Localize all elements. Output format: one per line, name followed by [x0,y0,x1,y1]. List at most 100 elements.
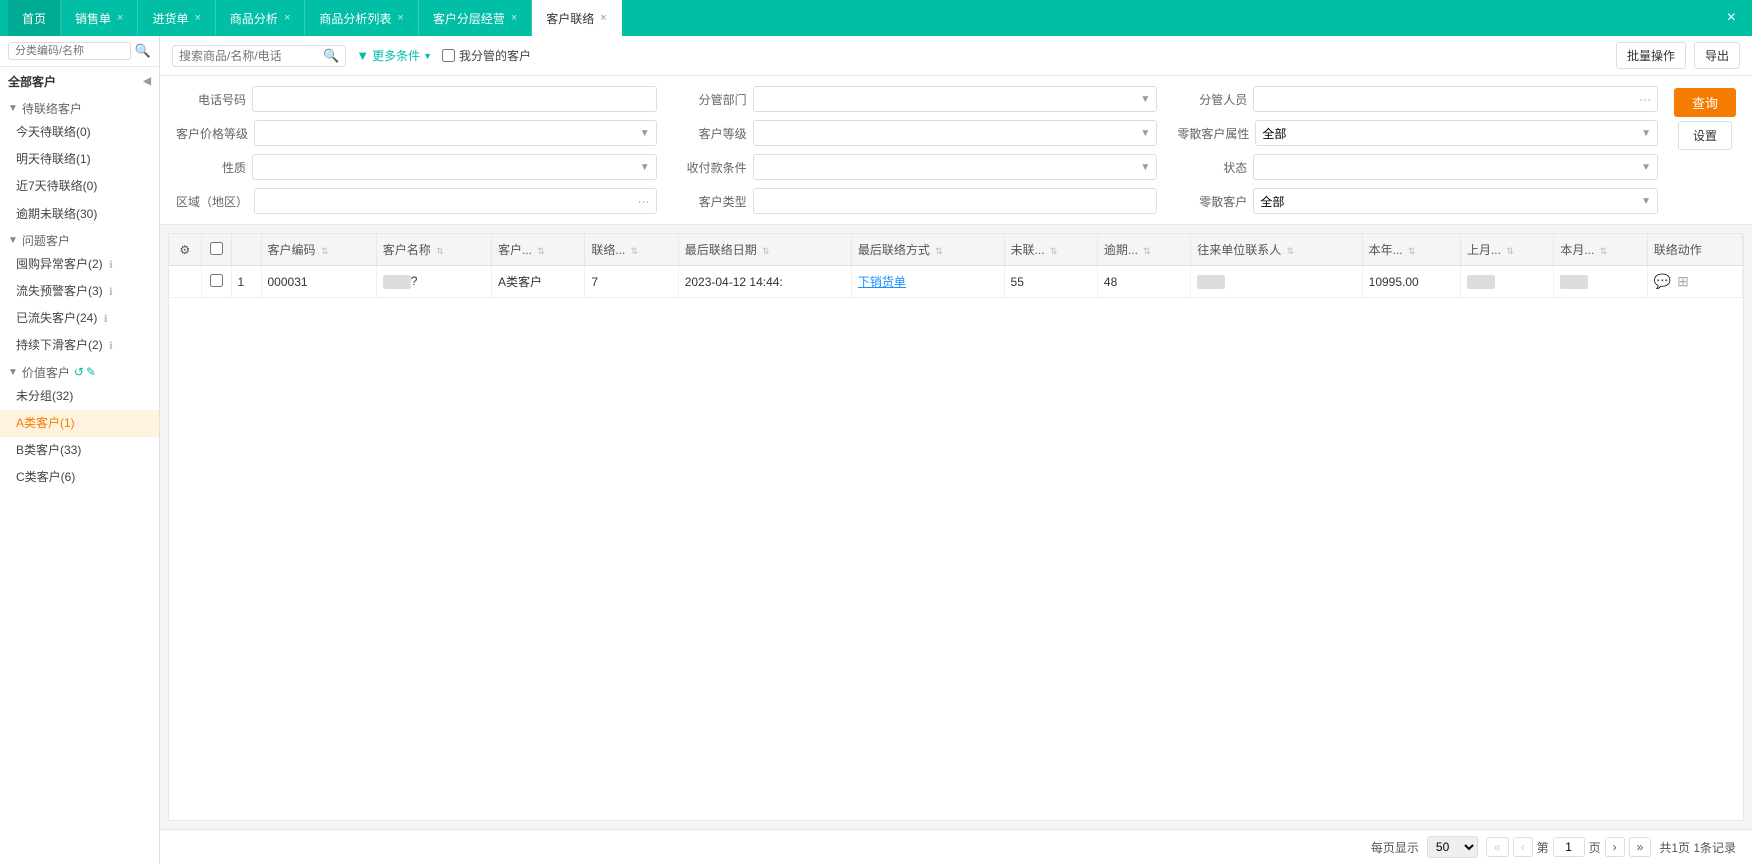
filter-retail-select[interactable]: 全部 ▼ [1253,188,1658,214]
row-code[interactable]: 000031 [261,266,376,298]
pagination: 每页显示 50 100 200 « ‹ 第 页 › » 共1页 1条记录 [160,829,1752,864]
sidebar-group-value[interactable]: ▼ 价值客户 ↺ ✎ [0,360,159,383]
value-refresh-icon[interactable]: ↺ [74,365,84,379]
col-this-month[interactable]: 本月... ⇅ [1554,234,1647,266]
filter-search-icon[interactable]: 🔍 [323,48,339,64]
nav-tab-sales[interactable]: 销售单 × [61,0,138,36]
col-overdue[interactable]: 逾期... ⇅ [1097,234,1190,266]
sidebar-collapse-icon[interactable]: ◀ [143,76,151,87]
sidebar-item-week-pending[interactable]: 近7天待联络(0) [0,173,159,200]
nav-tab-customer-contact[interactable]: 客户联络 × [532,0,621,36]
export-button[interactable]: 导出 [1694,42,1740,69]
retail-arrow: ▼ [1641,196,1651,207]
filter-cust-type-label: 客户类型 [677,193,747,210]
filter-nature-select[interactable]: ▼ [252,154,657,180]
sidebar-item-tomorrow-pending[interactable]: 明天待联络(1) [0,146,159,173]
close-goods-list-tab[interactable]: × [397,12,403,24]
col-contact[interactable]: 联络... ⇅ [585,234,678,266]
sidebar-item-class-c[interactable]: C类客户(6) [0,464,159,491]
sidebar-search-input[interactable] [8,42,131,60]
nav-tab-goods-list[interactable]: 商品分析列表 × [305,0,418,36]
filter-cell-status: 状态 ▼ [1177,154,1658,180]
row-last-method[interactable]: 下销货单 [851,266,1004,298]
col-level[interactable]: 客户... ⇅ [491,234,584,266]
sidebar-group-problem[interactable]: ▼ 问题客户 [0,228,159,251]
sidebar-item-overdue-contact[interactable]: 逾期未联络(30) [0,201,159,228]
filter-retail-attr-value: 全部 [1262,125,1286,142]
filter-phone-input[interactable] [252,86,657,112]
value-edit-icon[interactable]: ✎ [86,365,96,379]
filter-retail-attr-select[interactable]: 全部 ▼ [1255,120,1658,146]
close-customer-layer-tab[interactable]: × [511,12,517,24]
col-name[interactable]: 客户名称 ⇅ [376,234,491,266]
price-level-arrow: ▼ [640,128,650,139]
select-all-checkbox[interactable] [210,242,223,255]
col-unit-contact[interactable]: 往来单位联系人 ⇅ [1191,234,1362,266]
col-last-method[interactable]: 最后联络方式 ⇅ [851,234,1004,266]
filter-price-level-select[interactable]: ▼ [254,120,657,146]
last-page-btn[interactable]: » [1629,837,1652,857]
col-no-contact[interactable]: 未联... ⇅ [1004,234,1097,266]
per-page-select[interactable]: 50 100 200 [1427,836,1478,858]
pending-group-label: 待联络客户 [22,100,82,117]
payment-arrow: ▼ [1140,162,1150,173]
next-page-btn[interactable]: › [1605,837,1625,857]
filter-panel: 电话号码 分管部门 ▼ 分管人员 [160,76,1752,225]
sidebar-search-icon[interactable]: 🔍 [135,43,151,59]
filter-retail-attr-label: 零散客户属性 [1177,125,1249,142]
last-method-link[interactable]: 下销货单 [858,275,906,289]
sidebar-item-ungrouped[interactable]: 未分组(32) [0,383,159,410]
row-checkbox[interactable] [210,274,223,287]
sidebar-item-declining[interactable]: 持续下滑客户(2) ℹ [0,332,159,359]
row-last-month [1460,266,1553,298]
nav-tab-goods-list-label: 商品分析列表 [319,10,391,27]
filter-dept-label: 分管部门 [677,91,747,108]
filter-person-input[interactable]: ··· [1253,86,1658,112]
all-customers-header[interactable]: 全部客户 ◀ [0,67,159,96]
sidebar-item-today-pending[interactable]: 今天待联络(0) [0,119,159,146]
row-name[interactable]: ? [376,266,491,298]
filter-payment-select[interactable]: ▼ [753,154,1158,180]
nav-tab-home[interactable]: 首页 [8,0,61,36]
col-settings[interactable]: ⚙ [169,234,201,266]
query-button[interactable]: 查询 [1674,88,1736,117]
first-page-btn[interactable]: « [1486,837,1509,857]
filter-dept-select[interactable]: ▼ [753,86,1158,112]
action-chat-icon[interactable]: 💬 [1654,273,1671,290]
action-more-icon[interactable]: ⊞ [1677,273,1689,290]
col-last-date[interactable]: 最后联络日期 ⇅ [678,234,851,266]
table-header-row: ⚙ 客户编码 ⇅ 客户名称 ⇅ 客户... ⇅ 联络... ⇅ 最后联络日期 ⇅… [169,234,1743,266]
col-this-year[interactable]: 本年... ⇅ [1362,234,1460,266]
sidebar-item-class-b[interactable]: B类客户(33) [0,437,159,464]
page-input[interactable] [1553,837,1585,857]
nav-tab-customer-layer[interactable]: 客户分层经营 × [419,0,532,36]
my-customers-checkbox[interactable] [442,49,455,62]
col-code[interactable]: 客户编码 ⇅ [261,234,376,266]
sidebar-group-pending[interactable]: ▼ 待联络客户 [0,96,159,119]
filter-region-input[interactable]: ··· [254,188,657,214]
sidebar-item-class-a[interactable]: A类客户(1) [0,410,159,437]
prev-page-btn[interactable]: ‹ [1513,837,1533,857]
sidebar-item-churn-warning[interactable]: 流失预警客户(3) ℹ [0,278,159,305]
sidebar-item-churned[interactable]: 已流失客户(24) ℹ [0,305,159,332]
filter-search-input[interactable] [179,49,319,63]
filter-phone-label: 电话号码 [176,91,246,108]
close-purchase-tab[interactable]: × [194,12,200,24]
nav-tab-purchase[interactable]: 进货单 × [138,0,215,36]
row-name-gray-block [383,275,411,289]
close-customer-contact-tab[interactable]: × [600,12,606,24]
batch-op-button[interactable]: 批量操作 [1616,42,1686,69]
col-last-month[interactable]: 上月... ⇅ [1460,234,1553,266]
settings-button[interactable]: 设置 [1678,121,1732,150]
filter-cust-level-select[interactable]: ▼ [753,120,1158,146]
close-all-icon[interactable]: × [1719,5,1744,31]
nav-tab-goods-analysis[interactable]: 商品分析 × [216,0,305,36]
filter-more-btn[interactable]: ▼ 更多条件 ▼ [356,47,432,64]
close-sales-tab[interactable]: × [117,12,123,24]
filter-cust-type-input[interactable] [753,188,1158,214]
filter-cust-level-label: 客户等级 [677,125,747,142]
close-goods-analysis-tab[interactable]: × [284,12,290,24]
sidebar-item-hoarding[interactable]: 囤购异常客户(2) ℹ [0,251,159,278]
row-checkbox-cell [201,266,231,298]
filter-status-select[interactable]: ▼ [1253,154,1658,180]
